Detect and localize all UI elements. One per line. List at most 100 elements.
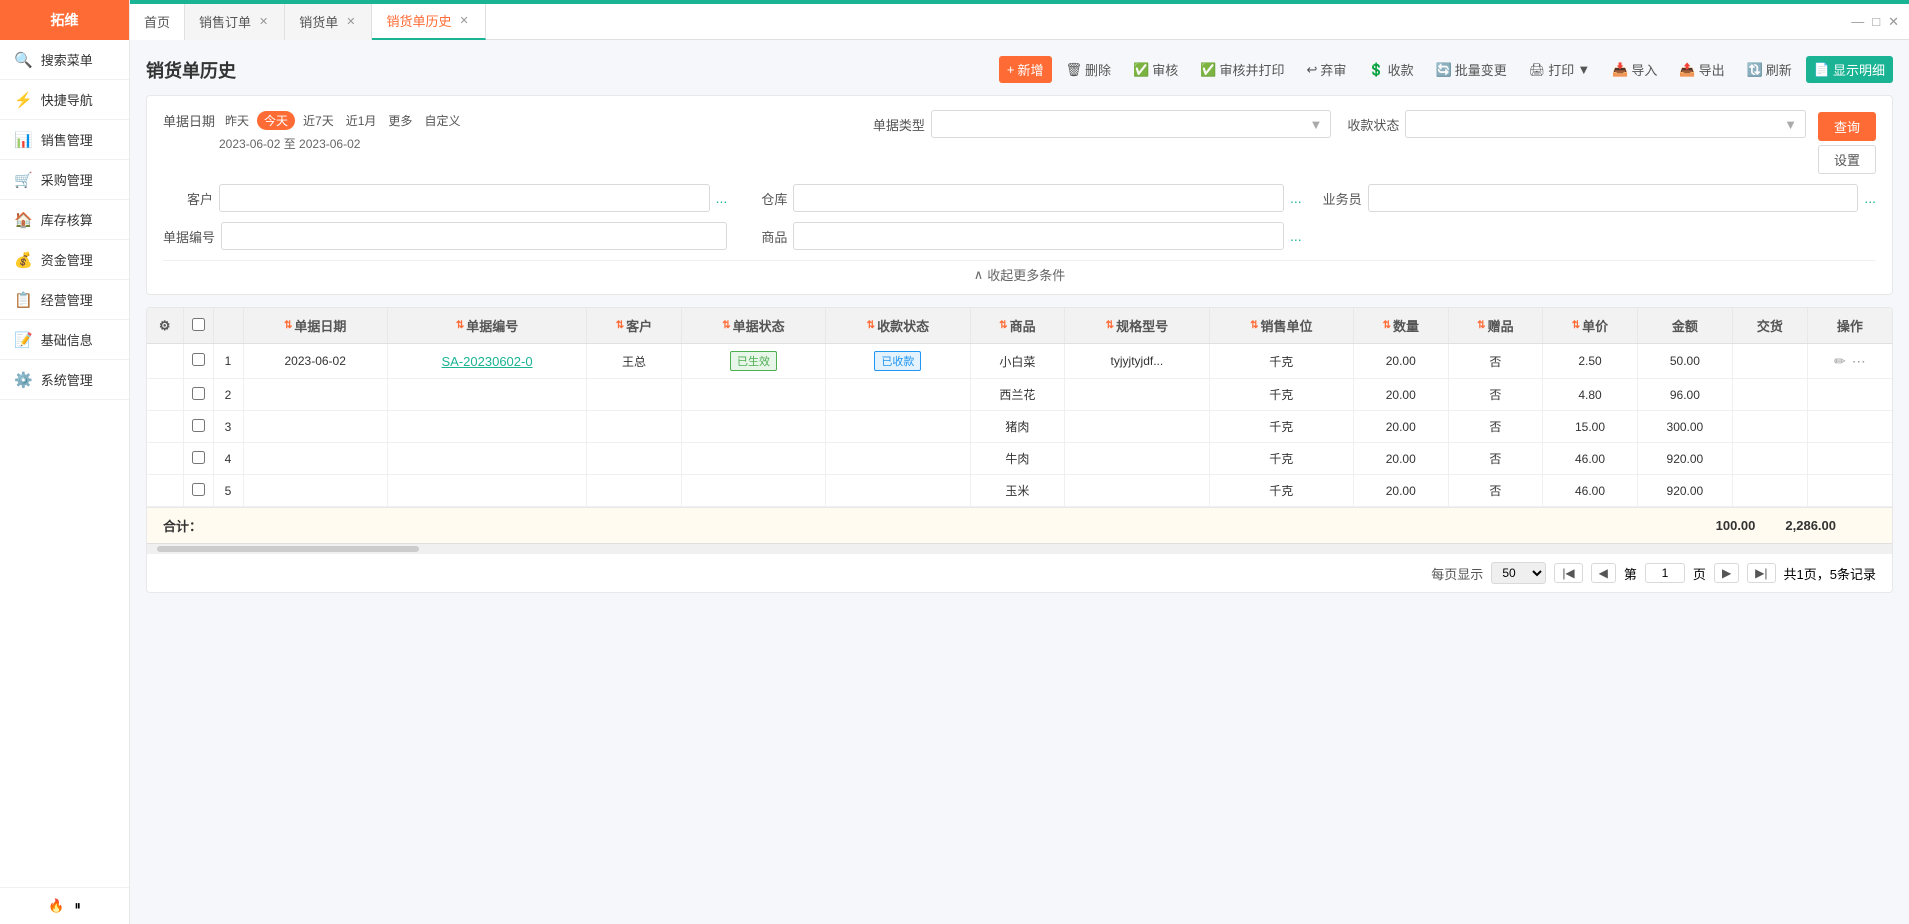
goods-input[interactable] <box>793 222 1284 250</box>
table-cell: 千克 <box>1209 344 1353 379</box>
first-page-btn[interactable]: |◀ <box>1554 563 1582 583</box>
prev-page-btn[interactable]: ◀ <box>1591 563 1616 583</box>
goods-dots[interactable]: ... <box>1290 228 1302 244</box>
last-page-btn[interactable]: ▶| <box>1747 563 1775 583</box>
row-checkbox[interactable] <box>192 451 205 464</box>
yesterday-shortcut[interactable]: 昨天 <box>221 110 253 131</box>
more-shortcut[interactable]: 更多 <box>384 110 416 131</box>
sort-icon: ⇅ <box>1383 320 1391 331</box>
audit-button[interactable]: ✅ 审核 <box>1125 56 1186 83</box>
export-button[interactable]: 📤 导出 <box>1671 56 1732 83</box>
th-gear[interactable]: ⚙ <box>147 308 183 344</box>
th-doc-no[interactable]: ⇅ 单据编号 <box>387 308 586 344</box>
tab-sales-goods-close[interactable]: ✕ <box>344 15 357 28</box>
row-checkbox[interactable] <box>192 353 205 366</box>
sidebar-item-inventory-calc[interactable]: 🏠 库存核算 <box>0 200 129 240</box>
table-row: 5玉米千克20.00否46.00920.00 <box>147 475 1892 507</box>
warehouse-dots[interactable]: ... <box>1290 190 1302 206</box>
customer-input[interactable] <box>219 184 710 212</box>
add-icon: + <box>1007 62 1015 77</box>
tab-sales-goods[interactable]: 销货单 ✕ <box>285 4 372 40</box>
minimize-btn[interactable]: — <box>1851 14 1864 29</box>
print-button[interactable]: 🖨 打印 ▼ <box>1521 56 1598 83</box>
sidebar-item-purchase-mgmt[interactable]: 🛒 采购管理 <box>0 160 129 200</box>
delete-button[interactable]: 🗑 删除 <box>1058 56 1120 83</box>
sidebar-item-ops-mgmt[interactable]: 📋 经营管理 <box>0 280 129 320</box>
maximize-btn[interactable]: □ <box>1872 14 1880 29</box>
batch-change-icon: 🔄 <box>1436 62 1452 78</box>
table-cell <box>1732 475 1807 507</box>
today-shortcut[interactable]: 今天 <box>257 111 295 130</box>
sidebar-item-quick-nav[interactable]: ⚡ 快捷导航 <box>0 80 129 120</box>
th-doc-date[interactable]: ⇅ 单据日期 <box>243 308 387 344</box>
batch-change-button[interactable]: 🔄 批量变更 <box>1428 56 1515 83</box>
refresh-button[interactable]: 🔃 刷新 <box>1739 56 1800 83</box>
close-btn-window[interactable]: ✕ <box>1888 14 1899 30</box>
fire-icon[interactable]: 🔥 <box>48 898 64 914</box>
th-qty[interactable]: ⇅ 数量 <box>1353 308 1448 344</box>
th-spec[interactable]: ⇅ 规格型号 <box>1065 308 1209 344</box>
sidebar-item-label: 基础信息 <box>41 330 93 349</box>
more-icon[interactable]: ⋯ <box>1852 353 1866 370</box>
per-page-select[interactable]: 50 100 200 <box>1491 562 1546 584</box>
th-gift[interactable]: ⇅ 赠品 <box>1448 308 1543 344</box>
salesperson-dots[interactable]: ... <box>1864 190 1876 206</box>
sidebar-item-basic-info[interactable]: 📝 基础信息 <box>0 320 129 360</box>
sidebar-item-search-menu[interactable]: 🔍 搜索菜单 <box>0 40 129 80</box>
table-cell: 46.00 <box>1543 475 1638 507</box>
import-button[interactable]: 📥 导入 <box>1604 56 1665 83</box>
7days-shortcut[interactable]: 近7天 <box>299 110 338 131</box>
th-customer[interactable]: ⇅ 客户 <box>587 308 682 344</box>
doc-no-input[interactable] <box>221 222 727 250</box>
scrollbar-thumb[interactable] <box>157 546 419 552</box>
sidebar-item-finance-mgmt[interactable]: 💰 资金管理 <box>0 240 129 280</box>
payment-status-select[interactable]: ▼ <box>1405 110 1806 138</box>
query-button[interactable]: 查询 <box>1818 112 1876 141</box>
customer-dots[interactable]: ... <box>716 190 728 206</box>
th-unit-price[interactable]: ⇅ 单价 <box>1543 308 1638 344</box>
sidebar-item-sys-mgmt[interactable]: ⚙️ 系统管理 <box>0 360 129 400</box>
add-button[interactable]: + 新增 <box>999 56 1052 83</box>
tab-sales-history-close[interactable]: ✕ <box>458 14 471 27</box>
th-payment-status[interactable]: ⇅ 收款状态 <box>826 308 970 344</box>
tab-sales-history[interactable]: 销货单历史 ✕ <box>372 4 485 40</box>
1month-shortcut[interactable]: 近1月 <box>342 110 381 131</box>
table-cell: 小白菜 <box>970 344 1065 379</box>
row-checkbox[interactable] <box>192 483 205 496</box>
warehouse-input[interactable] <box>793 184 1284 212</box>
table-cell <box>681 411 825 443</box>
tab-sales-order[interactable]: 销售订单 ✕ <box>185 4 285 40</box>
collapse-filter-btn[interactable]: ∧ 收起更多条件 <box>163 260 1876 286</box>
table-cell: 已收款 <box>826 344 970 379</box>
doc-no-link[interactable]: SA-20230602-0 <box>442 354 533 369</box>
salesperson-input[interactable] <box>1368 184 1859 212</box>
horizontal-scrollbar[interactable] <box>147 543 1892 553</box>
select-all-checkbox[interactable] <box>192 318 205 331</box>
row-checkbox[interactable] <box>192 419 205 432</box>
th-doc-status[interactable]: ⇅ 单据状态 <box>681 308 825 344</box>
edit-icon[interactable]: ✏ <box>1834 353 1846 370</box>
tab-home[interactable]: 首页 <box>130 4 185 40</box>
show-detail-button[interactable]: 📄 显示明细 <box>1806 56 1893 83</box>
table-cell <box>387 443 586 475</box>
th-checkbox[interactable] <box>183 308 213 344</box>
settings-button[interactable]: 设置 <box>1818 145 1876 174</box>
audit-print-button[interactable]: ✅ 审核并打印 <box>1192 56 1292 83</box>
th-goods[interactable]: ⇅ 商品 <box>970 308 1065 344</box>
abandon-button[interactable]: ↩ 弃审 <box>1298 56 1354 83</box>
row-checkbox[interactable] <box>192 387 205 400</box>
delete-icon: 🗑 <box>1066 62 1083 78</box>
page-number-input[interactable] <box>1645 563 1685 583</box>
quick-nav-icon: ⚡ <box>14 91 33 109</box>
doc-no-label: 单据编号 <box>163 227 215 246</box>
next-page-btn[interactable]: ▶ <box>1714 563 1739 583</box>
table-cell: 5 <box>213 475 243 507</box>
doc-type-select[interactable]: ▼ <box>931 110 1332 138</box>
sidebar-item-sales-mgmt[interactable]: 📊 销售管理 <box>0 120 129 160</box>
collect-button[interactable]: 💲 收款 <box>1360 56 1421 83</box>
custom-shortcut[interactable]: 自定义 <box>420 110 464 131</box>
tab-sales-order-close[interactable]: ✕ <box>257 15 270 28</box>
th-unit[interactable]: ⇅ 销售单位 <box>1209 308 1353 344</box>
table-cell: 已生效 <box>681 344 825 379</box>
pause-icon[interactable]: ⏸ <box>74 898 81 914</box>
